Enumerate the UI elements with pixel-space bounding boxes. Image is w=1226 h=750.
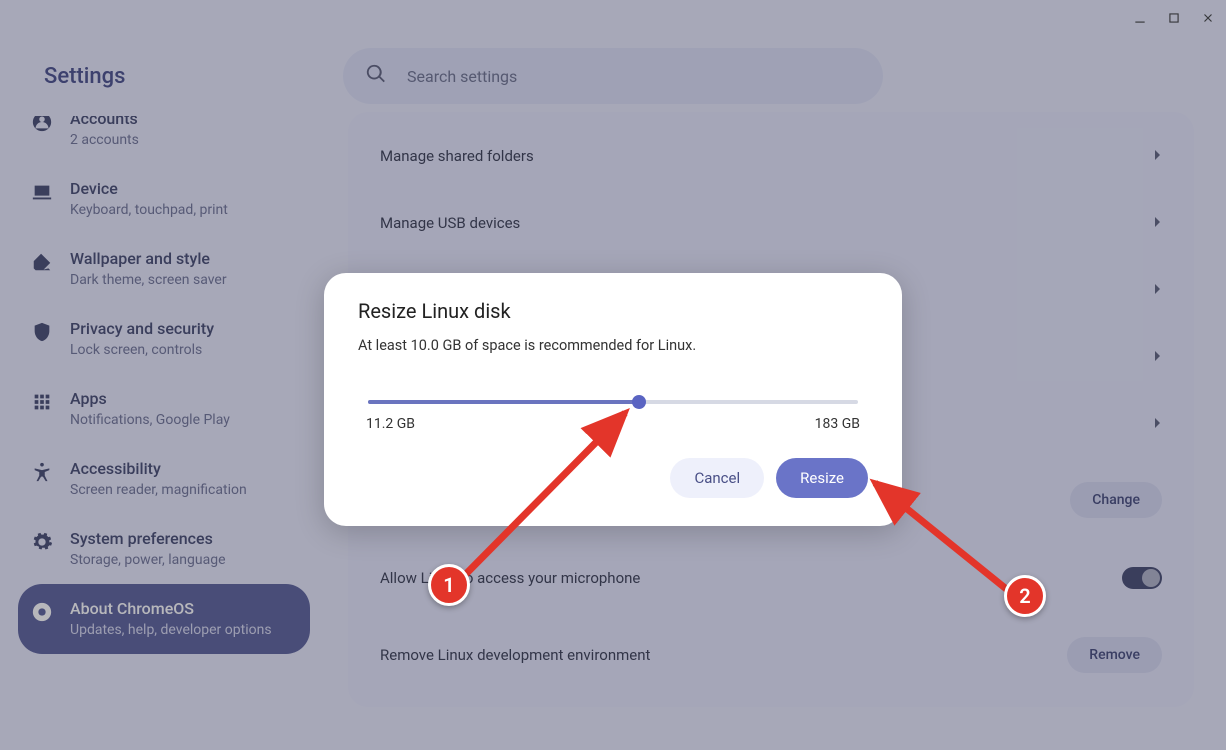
annotation-badge-1: 1 <box>428 564 470 606</box>
resize-button[interactable]: Resize <box>776 458 868 498</box>
dialog-title: Resize Linux disk <box>358 299 868 323</box>
disk-size-slider[interactable] <box>358 392 868 412</box>
annotation-badge-2: 2 <box>1004 575 1046 617</box>
slider-thumb[interactable] <box>632 395 646 409</box>
slider-min-label: 11.2 GB <box>366 416 415 432</box>
resize-linux-dialog: Resize Linux disk At least 10.0 GB of sp… <box>324 273 902 526</box>
dialog-description: At least 10.0 GB of space is recommended… <box>358 337 868 354</box>
slider-max-label: 183 GB <box>815 416 860 432</box>
cancel-button[interactable]: Cancel <box>670 458 764 498</box>
slider-fill <box>368 400 638 404</box>
